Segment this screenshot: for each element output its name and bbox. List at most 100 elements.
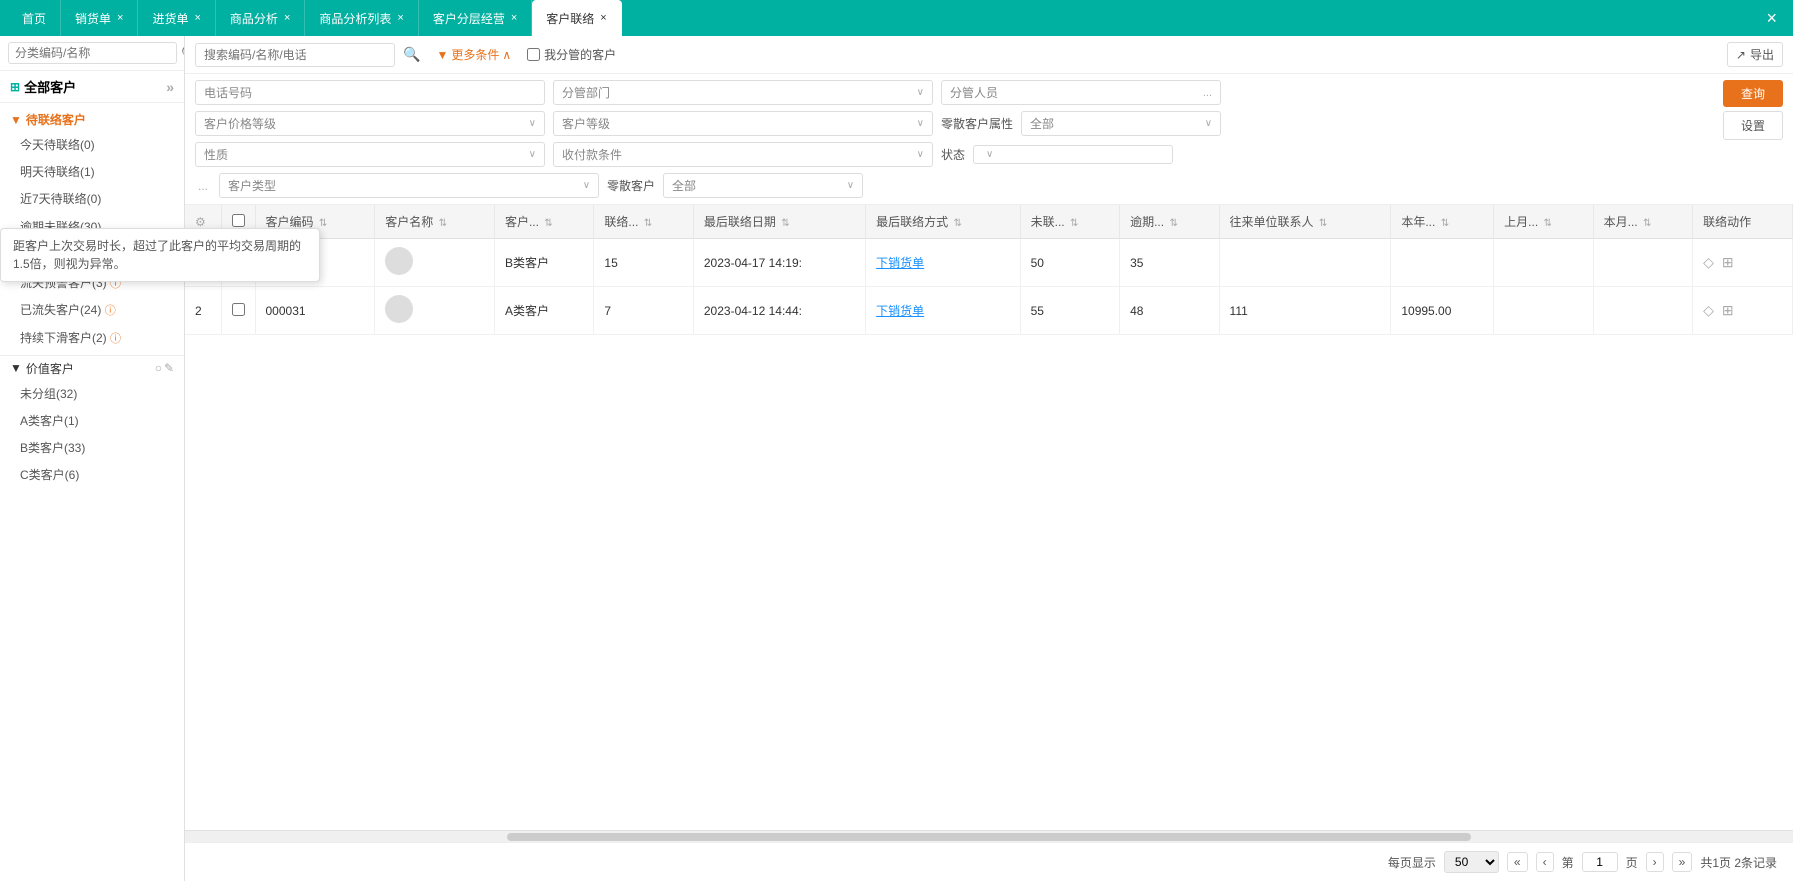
first-page-btn[interactable]: « xyxy=(1507,852,1528,872)
sidebar-item-b-class[interactable]: B类客户(33) xyxy=(0,435,184,462)
sidebar-item-today[interactable]: 今天待联络(0) xyxy=(0,132,184,159)
nav-tab-purchase[interactable]: 进货单 × xyxy=(138,0,215,36)
close-sales-tab[interactable]: × xyxy=(117,12,123,24)
nav-tab-customer-contact[interactable]: 客户联络 × xyxy=(532,0,621,36)
phone-filter[interactable]: 电话号码 xyxy=(195,80,545,105)
sidebar-collapse-icon[interactable]: » xyxy=(166,79,174,95)
price-grade-chevron: ∨ xyxy=(529,118,536,129)
col-last-date-sort[interactable]: ⇅ xyxy=(781,218,789,229)
row2-last-way[interactable]: 下销货单 xyxy=(866,287,1020,335)
edit-icons: ○ ✎ xyxy=(155,361,174,375)
sidebar-item-churned[interactable]: 已流失客户(24) ⓘ xyxy=(0,297,184,325)
sidebar-all-customers-header: ⊞ 全部客户 » xyxy=(0,71,184,103)
export-button[interactable]: ↗ 导出 xyxy=(1727,42,1783,67)
row2-pending: 55 xyxy=(1020,287,1119,335)
close-analysis-tab[interactable]: × xyxy=(284,12,290,24)
row1-action: ◇ ⊞ xyxy=(1693,239,1793,287)
dept-filter[interactable]: 分管部门 ∨ xyxy=(553,80,933,105)
row1-grade: B类客户 xyxy=(494,239,593,287)
customer-table: ⚙ 客户编码 ⇅ 客户名称 ⇅ xyxy=(185,205,1793,335)
row2-overdue: 48 xyxy=(1120,287,1219,335)
pending-section-title[interactable]: ▼ 待联络客户 xyxy=(0,107,184,132)
table-header-row: ⚙ 客户编码 ⇅ 客户名称 ⇅ xyxy=(185,205,1793,239)
edit-icon[interactable]: ✎ xyxy=(164,361,174,375)
close-contact-tab[interactable]: × xyxy=(600,12,606,24)
more-dots[interactable]: ... xyxy=(195,176,211,196)
sidebar-item-a-class[interactable]: A类客户(1) xyxy=(0,408,184,435)
col-contact-sort[interactable]: ⇅ xyxy=(644,218,652,229)
retail-attr-filter[interactable]: 全部 ∨ xyxy=(1021,111,1221,136)
grade-filter[interactable]: 客户等级 ∨ xyxy=(553,111,933,136)
value-group-title[interactable]: ▼ 价值客户 ○ ✎ xyxy=(0,355,184,381)
person-filter[interactable]: 分管人员 ... xyxy=(941,80,1221,105)
col-pending-sort[interactable]: ⇅ xyxy=(1070,218,1078,229)
sidebar-item-7days[interactable]: 近7天待联络(0) xyxy=(0,186,184,213)
sidebar-item-ungrouped[interactable]: 未分组(32) xyxy=(0,381,184,408)
col-contact-person-sort[interactable]: ⇅ xyxy=(1319,218,1327,229)
close-purchase-tab[interactable]: × xyxy=(194,12,200,24)
col-last-month-sort[interactable]: ⇅ xyxy=(1544,218,1552,229)
sidebar-item-c-class[interactable]: C类客户(6) xyxy=(0,462,184,489)
last-page-btn[interactable]: » xyxy=(1672,852,1693,872)
col-this-month-label: 本月... xyxy=(1604,215,1638,229)
my-customers-checkbox[interactable] xyxy=(527,48,540,61)
settings-button[interactable]: 设置 xyxy=(1723,111,1783,140)
row2-last-way-link[interactable]: 下销货单 xyxy=(876,304,924,318)
my-customers-filter[interactable]: 我分管的客户 xyxy=(527,46,616,63)
person-more[interactable]: ... xyxy=(1203,87,1212,99)
select-all-checkbox[interactable] xyxy=(232,214,245,227)
col-code-sort[interactable]: ⇅ xyxy=(319,218,327,229)
row1-contact: 15 xyxy=(594,239,693,287)
nav-tab-home[interactable]: 首页 xyxy=(8,0,61,36)
per-page-select[interactable]: 50 20 100 xyxy=(1444,851,1499,873)
price-grade-filter[interactable]: 客户价格等级 ∨ xyxy=(195,111,545,136)
circle-icon[interactable]: ○ xyxy=(155,361,162,375)
col-last-way-sort[interactable]: ⇅ xyxy=(954,218,962,229)
row1-last-way[interactable]: 下销货单 xyxy=(866,239,1020,287)
status-filter[interactable]: ∨ xyxy=(973,145,1173,164)
gender-filter[interactable]: 性质 ∨ xyxy=(195,142,545,167)
filter-search-icon[interactable]: 🔍 xyxy=(403,46,420,63)
scrollbar-thumb[interactable] xyxy=(507,833,1472,841)
col-this-year-sort[interactable]: ⇅ xyxy=(1441,218,1449,229)
row2-view-icon[interactable]: ◇ xyxy=(1703,302,1714,319)
col-grade-sort[interactable]: ⇅ xyxy=(544,218,552,229)
close-segment-tab[interactable]: × xyxy=(511,12,517,24)
pagination-bar: 每页显示 50 20 100 « ‹ 第 页 › » 共1页 2条记录 xyxy=(185,842,1793,881)
col-this-month-sort[interactable]: ⇅ xyxy=(1643,218,1651,229)
row2-more-icon[interactable]: ⊞ xyxy=(1722,302,1734,319)
settings-col-icon[interactable]: ⚙ xyxy=(195,215,206,229)
retail-customer-filter[interactable]: 全部 ∨ xyxy=(663,173,863,198)
row2-check[interactable] xyxy=(232,303,245,316)
row1-last-way-link[interactable]: 下销货单 xyxy=(876,256,924,270)
col-overdue-sort[interactable]: ⇅ xyxy=(1169,218,1177,229)
nav-tab-analysis-list[interactable]: 商品分析列表 × xyxy=(305,0,418,36)
page-number-input[interactable] xyxy=(1582,852,1618,872)
nav-tab-analysis[interactable]: 商品分析 × xyxy=(216,0,305,36)
retail-attr-chevron: ∨ xyxy=(1205,118,1212,129)
row1-more-icon[interactable]: ⊞ xyxy=(1722,254,1734,271)
customer-type-filter[interactable]: 客户类型 ∨ xyxy=(219,173,599,198)
row1-view-icon[interactable]: ◇ xyxy=(1703,254,1714,271)
row2-checkbox[interactable] xyxy=(221,287,255,335)
sidebar-search-input[interactable] xyxy=(8,42,177,64)
prev-page-btn[interactable]: ‹ xyxy=(1536,852,1554,872)
payment-chevron: ∨ xyxy=(917,149,924,160)
horizontal-scrollbar[interactable] xyxy=(185,830,1793,842)
sidebar-item-tomorrow[interactable]: 明天待联络(1) xyxy=(0,159,184,186)
nav-tab-sales[interactable]: 销货单 × xyxy=(61,0,138,36)
table-row: 2 000031 A类客户 7 2023-04-12 14:44: 下销货单 xyxy=(185,287,1793,335)
sidebar-item-declining[interactable]: 持续下滑客户(2) ⓘ xyxy=(0,325,184,353)
next-page-btn[interactable]: › xyxy=(1646,852,1664,872)
filter-more-button[interactable]: ▼ 更多条件 ∧ xyxy=(428,43,519,66)
filter-search-input[interactable] xyxy=(195,43,395,67)
main-layout: 🔍 ⊞ 全部客户 » ▼ 待联络客户 今天待联络(0) 明天待联络(1) 近7天… xyxy=(0,36,1793,881)
filter-row-3: 性质 ∨ 收付款条件 ∨ 状态 ∨ xyxy=(195,142,1715,167)
window-close-button[interactable]: × xyxy=(1758,8,1785,29)
nav-tab-customer-segment[interactable]: 客户分层经营 × xyxy=(419,0,532,36)
col-name-sort[interactable]: ⇅ xyxy=(439,218,447,229)
query-button[interactable]: 查询 xyxy=(1723,80,1783,107)
close-analysis-list-tab[interactable]: × xyxy=(397,12,403,24)
payment-filter[interactable]: 收付款条件 ∨ xyxy=(553,142,933,167)
status-label: 状态 xyxy=(941,146,965,163)
